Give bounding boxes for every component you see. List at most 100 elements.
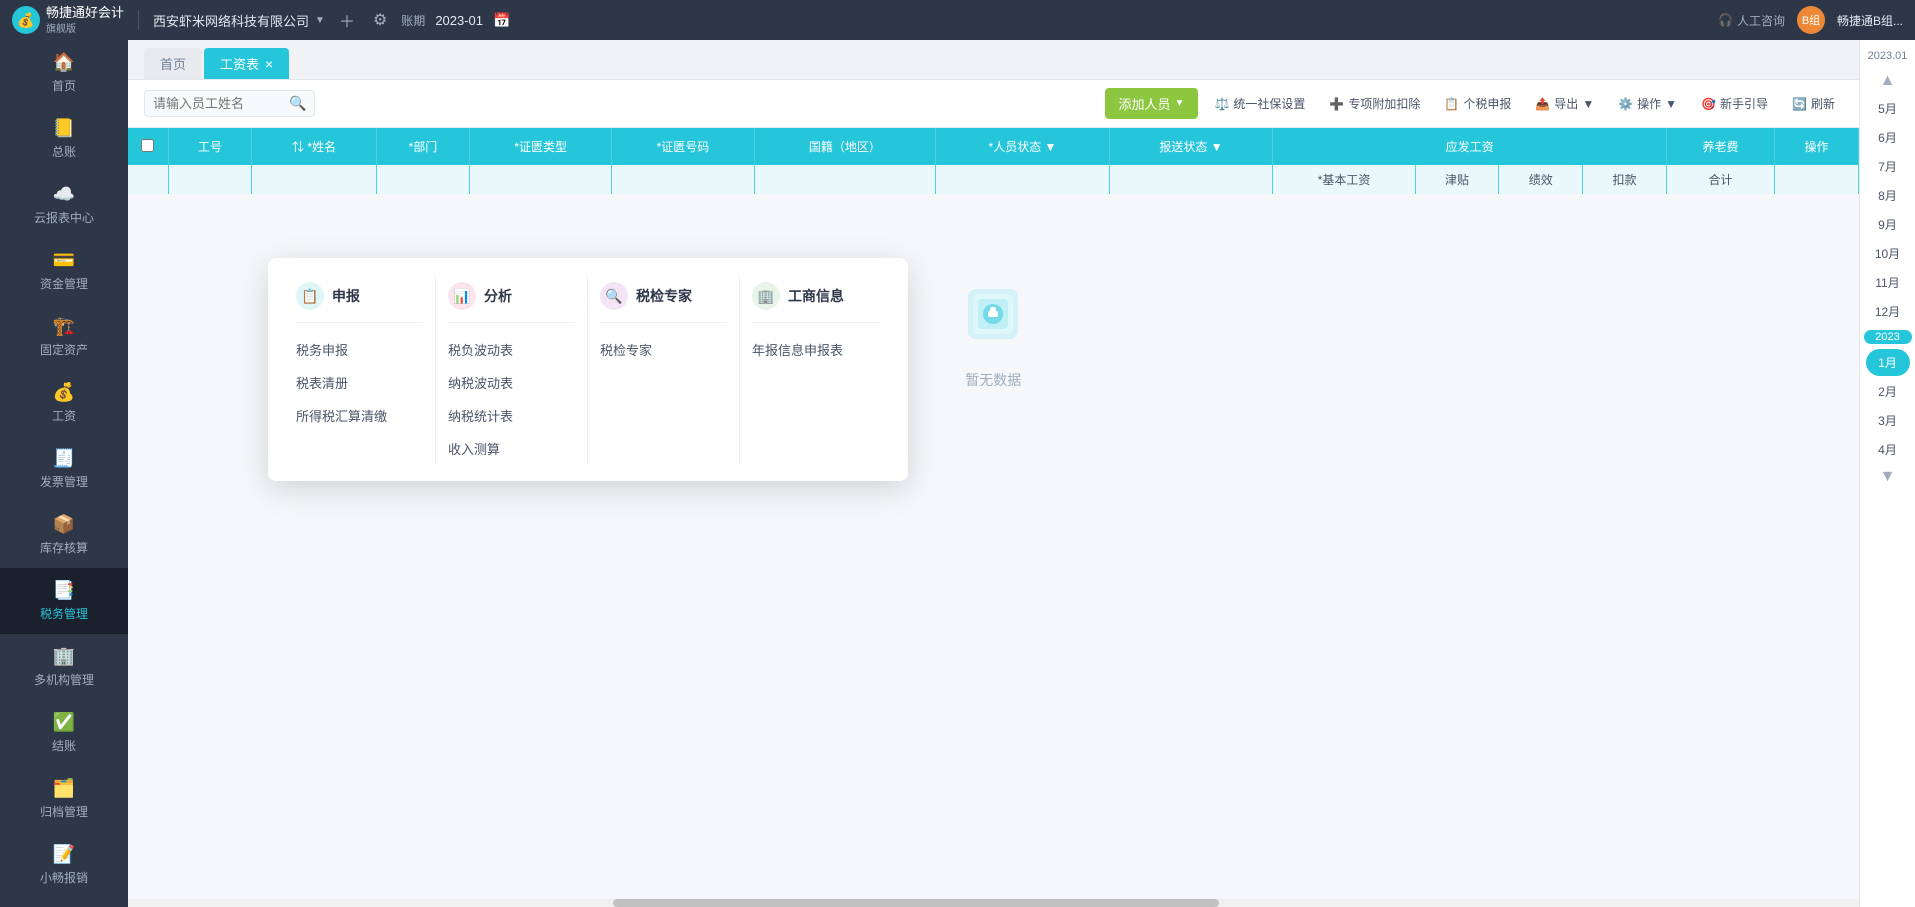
cal-month-2022-7[interactable]: 7月 xyxy=(1866,153,1910,180)
refresh-icon: 🔄 xyxy=(1792,97,1807,111)
export-button[interactable]: 📤 导出 ▼ xyxy=(1527,91,1602,116)
social-insurance-button[interactable]: ⚖️ 统一社保设置 xyxy=(1206,91,1313,116)
sidebar-item-close[interactable]: ✅ 结账 xyxy=(0,700,128,766)
dropdown-menu: 📋 申报 税务申报 税表清册 所得税汇算清缴 📊 分析 税负波动表 纳税波动表 … xyxy=(268,258,908,481)
menu-item-tax-wave[interactable]: 纳税波动表 xyxy=(448,366,575,399)
cal-up-icon[interactable]: ▲ xyxy=(1876,68,1900,94)
sidebar-item-ledger[interactable]: 📒 总账 xyxy=(0,106,128,172)
sub-th-performance: 绩效 xyxy=(1499,165,1583,194)
calendar-icon[interactable]: 📅 xyxy=(493,12,510,29)
operate-button[interactable]: ⚙️ 操作 ▼ xyxy=(1610,91,1685,116)
sidebar-item-expense[interactable]: 📝 小畅报销 xyxy=(0,832,128,898)
menu-item-tax-form[interactable]: 税表清册 xyxy=(296,366,423,399)
th-id-type: *证匮类型 xyxy=(470,128,612,165)
toolbar: 🔍 添加人员 ▼ ⚖️ 统一社保设置 ➕ 专项附加扣除 📋 个税申报 📤 导出 xyxy=(128,80,1859,128)
sidebar: 🏠 首页 📒 总账 ☁️ 云报表中心 💳 资金管理 🏗️ 固定资产 💰 工资 🧾… xyxy=(0,40,128,907)
sidebar-item-home[interactable]: 🏠 首页 xyxy=(0,40,128,106)
menu-item-tax-burden[interactable]: 税负波动表 xyxy=(448,333,575,366)
cal-month-2022-9[interactable]: 9月 xyxy=(1866,211,1910,238)
special-deduction-button[interactable]: ➕ 专项附加扣除 xyxy=(1321,91,1428,116)
sub-th-empty6 xyxy=(612,165,754,194)
social-icon: ⚖️ xyxy=(1214,97,1229,111)
cal-month-2023-2[interactable]: 2月 xyxy=(1866,378,1910,405)
invoice-icon: 🧾 xyxy=(53,448,75,469)
service-button[interactable]: 🎧 人工咨询 xyxy=(1718,12,1785,29)
cal-month-2022-8[interactable]: 8月 xyxy=(1866,182,1910,209)
main-content: 首页 工资表 × 🔍 添加人员 ▼ ⚖️ 统一社保设置 ➕ xyxy=(128,40,1859,907)
app-name: 畅捷通好会计 xyxy=(46,5,124,21)
menu-item-income-estimate[interactable]: 收入测算 xyxy=(448,432,575,465)
sidebar-item-multi-org[interactable]: 🏢 多机构管理 xyxy=(0,634,128,700)
cal-month-2023-4[interactable]: 4月 xyxy=(1866,436,1910,463)
tab-close-icon[interactable]: × xyxy=(265,56,273,72)
sidebar-label-archive: 归档管理 xyxy=(40,803,88,820)
sidebar-item-settings[interactable]: ⚙️ 基础设置 xyxy=(0,898,128,907)
th-status: *人员状态 ▼ xyxy=(936,128,1109,165)
sidebar-label-fund: 资金管理 xyxy=(40,275,88,292)
sidebar-item-salary[interactable]: 💰 工资 xyxy=(0,370,128,436)
th-action: 操作 xyxy=(1775,128,1859,165)
sidebar-item-fund[interactable]: 💳 资金管理 xyxy=(0,238,128,304)
select-all-checkbox[interactable] xyxy=(141,139,154,152)
business-section-title: 工商信息 xyxy=(788,286,844,306)
search-input[interactable] xyxy=(153,96,283,111)
sidebar-label-tax: 税务管理 xyxy=(40,605,88,622)
sub-th-empty9 xyxy=(1109,165,1273,194)
dropdown-header-report: 📋 申报 xyxy=(296,274,423,323)
company-selector[interactable]: 西安虾米网络科技有限公司 ▼ xyxy=(153,11,325,30)
operate-icon: ⚙️ xyxy=(1618,97,1633,111)
sidebar-item-inventory[interactable]: 📦 库存核算 xyxy=(0,502,128,568)
search-box[interactable]: 🔍 xyxy=(144,90,315,117)
cal-month-2023-3[interactable]: 3月 xyxy=(1866,407,1910,434)
sidebar-label-assets: 固定资产 xyxy=(40,341,88,358)
audit-section-title: 税检专家 xyxy=(636,286,692,306)
sub-th-empty1 xyxy=(128,165,168,194)
cal-month-2023-1[interactable]: 1月 xyxy=(1866,349,1910,376)
add-person-button[interactable]: 添加人员 ▼ xyxy=(1105,88,1199,119)
th-checkbox[interactable] xyxy=(128,128,168,165)
top-bar: 💰 畅捷通好会计 旗舰版 西安虾米网络科技有限公司 ▼ ＋ ⚙ 账期 2023-… xyxy=(0,0,1915,40)
cal-month-2022-11[interactable]: 11月 xyxy=(1866,269,1910,296)
menu-item-tax-stats[interactable]: 纳税统计表 xyxy=(448,399,575,432)
sidebar-item-assets[interactable]: 🏗️ 固定资产 xyxy=(0,304,128,370)
cal-month-2022-5[interactable]: 5月 xyxy=(1866,95,1910,122)
sidebar-item-archive[interactable]: 🗂️ 归档管理 xyxy=(0,766,128,832)
th-employee-id: 工号 xyxy=(168,128,252,165)
add-chevron-icon: ▼ xyxy=(1175,98,1185,109)
cal-month-2022-6[interactable]: 6月 xyxy=(1866,124,1910,151)
sidebar-label-salary: 工资 xyxy=(52,407,76,424)
dropdown-section-analysis: 📊 分析 税负波动表 纳税波动表 纳税统计表 收入测算 xyxy=(436,274,588,465)
report-section-title: 申报 xyxy=(332,286,360,306)
menu-item-income-settle[interactable]: 所得税汇算清缴 xyxy=(296,399,423,432)
cal-month-2022-10[interactable]: 10月 xyxy=(1866,240,1910,267)
sidebar-item-tax[interactable]: 📑 税务管理 xyxy=(0,568,128,634)
deduction-icon: ➕ xyxy=(1329,97,1344,111)
th-group-salary: 应发工资 xyxy=(1273,128,1666,165)
add-icon[interactable]: ＋ xyxy=(335,4,359,36)
inventory-icon: 📦 xyxy=(53,514,75,535)
cal-month-2022-12[interactable]: 12月 xyxy=(1866,298,1910,325)
tab-salary-table[interactable]: 工资表 × xyxy=(204,48,289,79)
horizontal-scrollbar[interactable] xyxy=(128,899,1859,907)
scrollbar-thumb[interactable] xyxy=(613,899,1219,907)
sub-th-total: 合计 xyxy=(1666,165,1774,194)
tax-report-button[interactable]: 📋 个税申报 xyxy=(1436,91,1519,116)
guide-button[interactable]: 🎯 新手引导 xyxy=(1693,91,1776,116)
refresh-button[interactable]: 🔄 刷新 xyxy=(1784,91,1843,116)
expense-icon: 📝 xyxy=(53,844,75,865)
archive-icon: 🗂️ xyxy=(53,778,75,799)
th-nationality: 国籍（地区） xyxy=(754,128,936,165)
cal-down-icon[interactable]: ▼ xyxy=(1876,464,1900,490)
sidebar-label-close: 结账 xyxy=(52,737,76,754)
user-name[interactable]: 畅捷通B组... xyxy=(1837,12,1903,29)
analysis-section-icon: 📊 xyxy=(448,282,476,310)
fund-icon: 💳 xyxy=(53,250,75,271)
tab-home[interactable]: 首页 xyxy=(144,48,202,79)
menu-item-tax-report[interactable]: 税务申报 xyxy=(296,333,423,366)
tab-bar: 首页 工资表 × xyxy=(128,40,1859,80)
sidebar-item-invoice[interactable]: 🧾 发票管理 xyxy=(0,436,128,502)
menu-item-annual-report[interactable]: 年报信息申报表 xyxy=(752,333,880,366)
sidebar-item-cloud-report[interactable]: ☁️ 云报表中心 xyxy=(0,172,128,238)
settings-icon[interactable]: ⚙ xyxy=(369,6,391,34)
menu-item-audit-expert[interactable]: 税检专家 xyxy=(600,333,727,366)
